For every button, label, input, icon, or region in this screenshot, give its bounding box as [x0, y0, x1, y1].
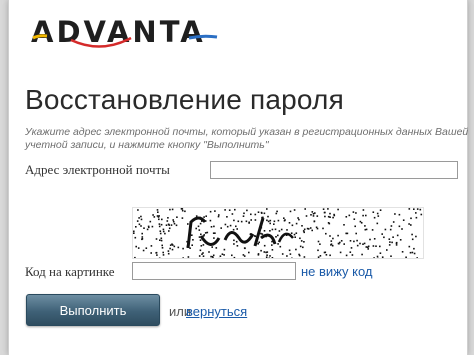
email-field[interactable] [210, 161, 458, 179]
instruction-text: Укажите адрес электронной почты, который… [25, 126, 469, 151]
email-label: Адрес электронной почты [25, 162, 170, 177]
captcha-label: Код на картинке [25, 264, 115, 279]
login-card: ADVANTA Восстановление пароля Укажите ад… [8, 0, 468, 355]
page-title: Восстановление пароля [25, 84, 344, 115]
back-link[interactable]: вернуться [186, 304, 247, 319]
advanta-logo: ADVANTA [31, 14, 221, 50]
submit-button[interactable]: Выполнить [26, 294, 160, 326]
logo-text: ADVANTA [31, 15, 206, 49]
captcha-input[interactable] [132, 262, 296, 280]
captcha-refresh-link[interactable]: не вижу код [301, 264, 373, 279]
captcha-image [132, 207, 424, 260]
